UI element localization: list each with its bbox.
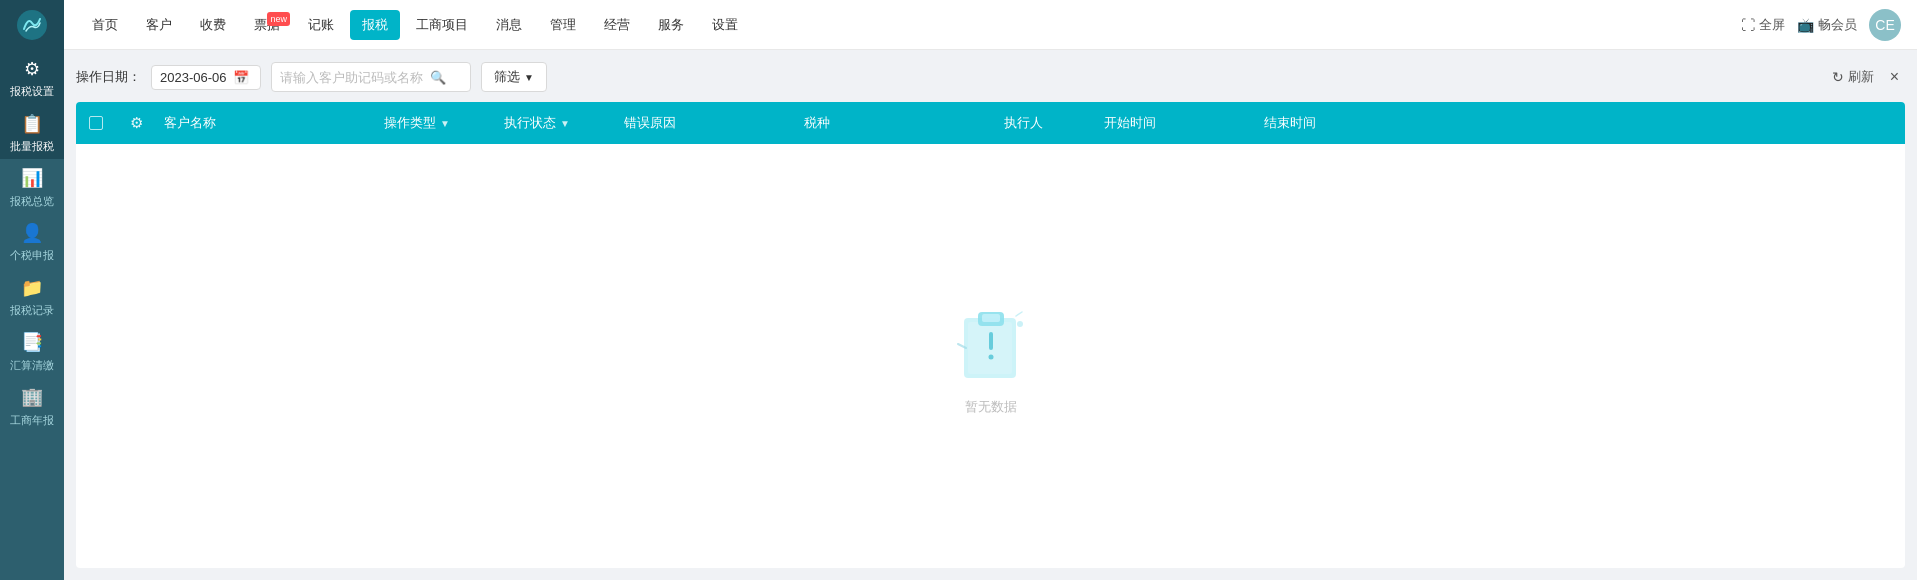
- nav-kehu[interactable]: 客户: [134, 10, 184, 40]
- search-box: 🔍: [271, 62, 471, 92]
- sidebar-logo: [0, 0, 64, 50]
- close-button[interactable]: ×: [1884, 66, 1905, 88]
- nav-baoshui[interactable]: 报税: [350, 10, 400, 40]
- th-exec-status[interactable]: 执行状态 ▼: [496, 114, 616, 132]
- th-tax-type: 税种: [796, 114, 996, 132]
- topnav-right-area: ⛶ 全屏 📺 畅会员 CE: [1741, 9, 1901, 41]
- sidebar-item-geshui-shenbao[interactable]: 👤 个税申报: [0, 214, 64, 269]
- chevron-down-icon: ▼: [524, 72, 534, 83]
- th-gear[interactable]: ⚙: [116, 114, 156, 132]
- empty-state: 暂无数据: [946, 296, 1036, 416]
- baoshui-jilu-icon: 📁: [21, 277, 43, 300]
- sidebar-item-baoshui-jilu[interactable]: 📁 报税记录: [0, 269, 64, 324]
- th-checkbox[interactable]: [76, 116, 116, 130]
- main-area: 首页 客户 收费 票据 new 记账 报税 工商项目 消息 管理 经营 服务 设…: [64, 0, 1917, 580]
- nav-fuwu[interactable]: 服务: [646, 10, 696, 40]
- svg-line-9: [1016, 312, 1022, 316]
- nav-xiaoxi[interactable]: 消息: [484, 10, 534, 40]
- th-customer-name: 客户名称: [156, 114, 376, 132]
- filter-button[interactable]: 筛选 ▼: [481, 62, 547, 92]
- date-picker[interactable]: 2023-06-06 📅: [151, 65, 261, 90]
- baoshui-zongllan-icon: 📊: [21, 167, 43, 190]
- nav-shouye[interactable]: 首页: [80, 10, 130, 40]
- data-table: ⚙ 客户名称 操作类型 ▼ 执行状态 ▼ 错误原因 税种 执行人 开始时间 结束…: [76, 102, 1905, 568]
- empty-text: 暂无数据: [965, 398, 1017, 416]
- fullscreen-icon: ⛶: [1741, 17, 1755, 33]
- nav-jingying[interactable]: 经营: [592, 10, 642, 40]
- table-header: ⚙ 客户名称 操作类型 ▼ 执行状态 ▼ 错误原因 税种 执行人 开始时间 结束…: [76, 102, 1905, 144]
- svg-point-8: [1017, 321, 1023, 327]
- th-executor: 执行人: [996, 114, 1096, 132]
- svg-rect-5: [989, 332, 993, 350]
- sidebar-item-baoshui-zongllan[interactable]: 📊 报税总览: [0, 159, 64, 214]
- nav-shezhi[interactable]: 设置: [700, 10, 750, 40]
- sidebar-item-huisuan-jiaonao[interactable]: 📑 汇算清缴: [0, 323, 64, 378]
- th-error-reason: 错误原因: [616, 114, 796, 132]
- app-logo-icon: [16, 9, 48, 41]
- refresh-button[interactable]: ↻ 刷新: [1832, 68, 1874, 86]
- search-icon[interactable]: 🔍: [430, 70, 446, 85]
- calendar-icon: 📅: [233, 70, 249, 85]
- nav-shoufei[interactable]: 收费: [188, 10, 238, 40]
- member-btn[interactable]: 📺 畅会员: [1797, 16, 1857, 34]
- svg-rect-4: [982, 314, 1000, 322]
- date-label: 操作日期：: [76, 68, 141, 86]
- geshui-shenbao-icon: 👤: [21, 222, 43, 245]
- sidebar-item-baoshui-shezhi[interactable]: ⚙ 报税设置: [0, 50, 64, 105]
- avatar[interactable]: CE: [1869, 9, 1901, 41]
- search-input[interactable]: [280, 70, 430, 85]
- gongshang-nianbao-icon: 🏢: [21, 386, 43, 409]
- sidebar-item-piliang-baoshui[interactable]: 📋 批量报税: [0, 105, 64, 160]
- empty-state-icon: [946, 296, 1036, 386]
- nav-piaoju[interactable]: 票据 new: [242, 10, 292, 40]
- th-start-time: 开始时间: [1096, 114, 1256, 132]
- table-body: 暂无数据: [76, 144, 1905, 568]
- piliang-baoshui-icon: 📋: [21, 113, 43, 136]
- member-icon: 📺: [1797, 17, 1814, 33]
- fullscreen-btn[interactable]: ⛶ 全屏: [1741, 16, 1785, 34]
- svg-point-0: [17, 10, 47, 40]
- page-content: 操作日期： 2023-06-06 📅 🔍 筛选 ▼ ↻ 刷新 ×: [64, 50, 1917, 580]
- th-operation-type[interactable]: 操作类型 ▼: [376, 114, 496, 132]
- sidebar: ⚙ 报税设置 📋 批量报税 📊 报税总览 👤 个税申报 📁 报税记录 📑 汇算清…: [0, 0, 64, 580]
- sidebar-item-gongshang-nianbao[interactable]: 🏢 工商年报: [0, 378, 64, 433]
- nav-guanli[interactable]: 管理: [538, 10, 588, 40]
- svg-point-6: [988, 355, 993, 360]
- sort-operation-type-icon: ▼: [440, 118, 450, 129]
- sort-exec-status-icon: ▼: [560, 118, 570, 129]
- date-value: 2023-06-06: [160, 70, 227, 85]
- top-navigation: 首页 客户 收费 票据 new 记账 报税 工商项目 消息 管理 经营 服务 设…: [64, 0, 1917, 50]
- new-badge: new: [267, 12, 290, 26]
- refresh-icon: ↻: [1832, 69, 1844, 85]
- baoshui-shezhi-icon: ⚙: [24, 58, 40, 81]
- nav-gongshang[interactable]: 工商项目: [404, 10, 480, 40]
- nav-items: 首页 客户 收费 票据 new 记账 报税 工商项目 消息 管理 经营 服务 设…: [80, 10, 1741, 40]
- toolbar: 操作日期： 2023-06-06 📅 🔍 筛选 ▼ ↻ 刷新 ×: [76, 62, 1905, 92]
- select-all-checkbox[interactable]: [89, 116, 103, 130]
- nav-zhang[interactable]: 记账: [296, 10, 346, 40]
- th-end-time: 结束时间: [1256, 114, 1396, 132]
- huisuan-icon: 📑: [21, 331, 43, 354]
